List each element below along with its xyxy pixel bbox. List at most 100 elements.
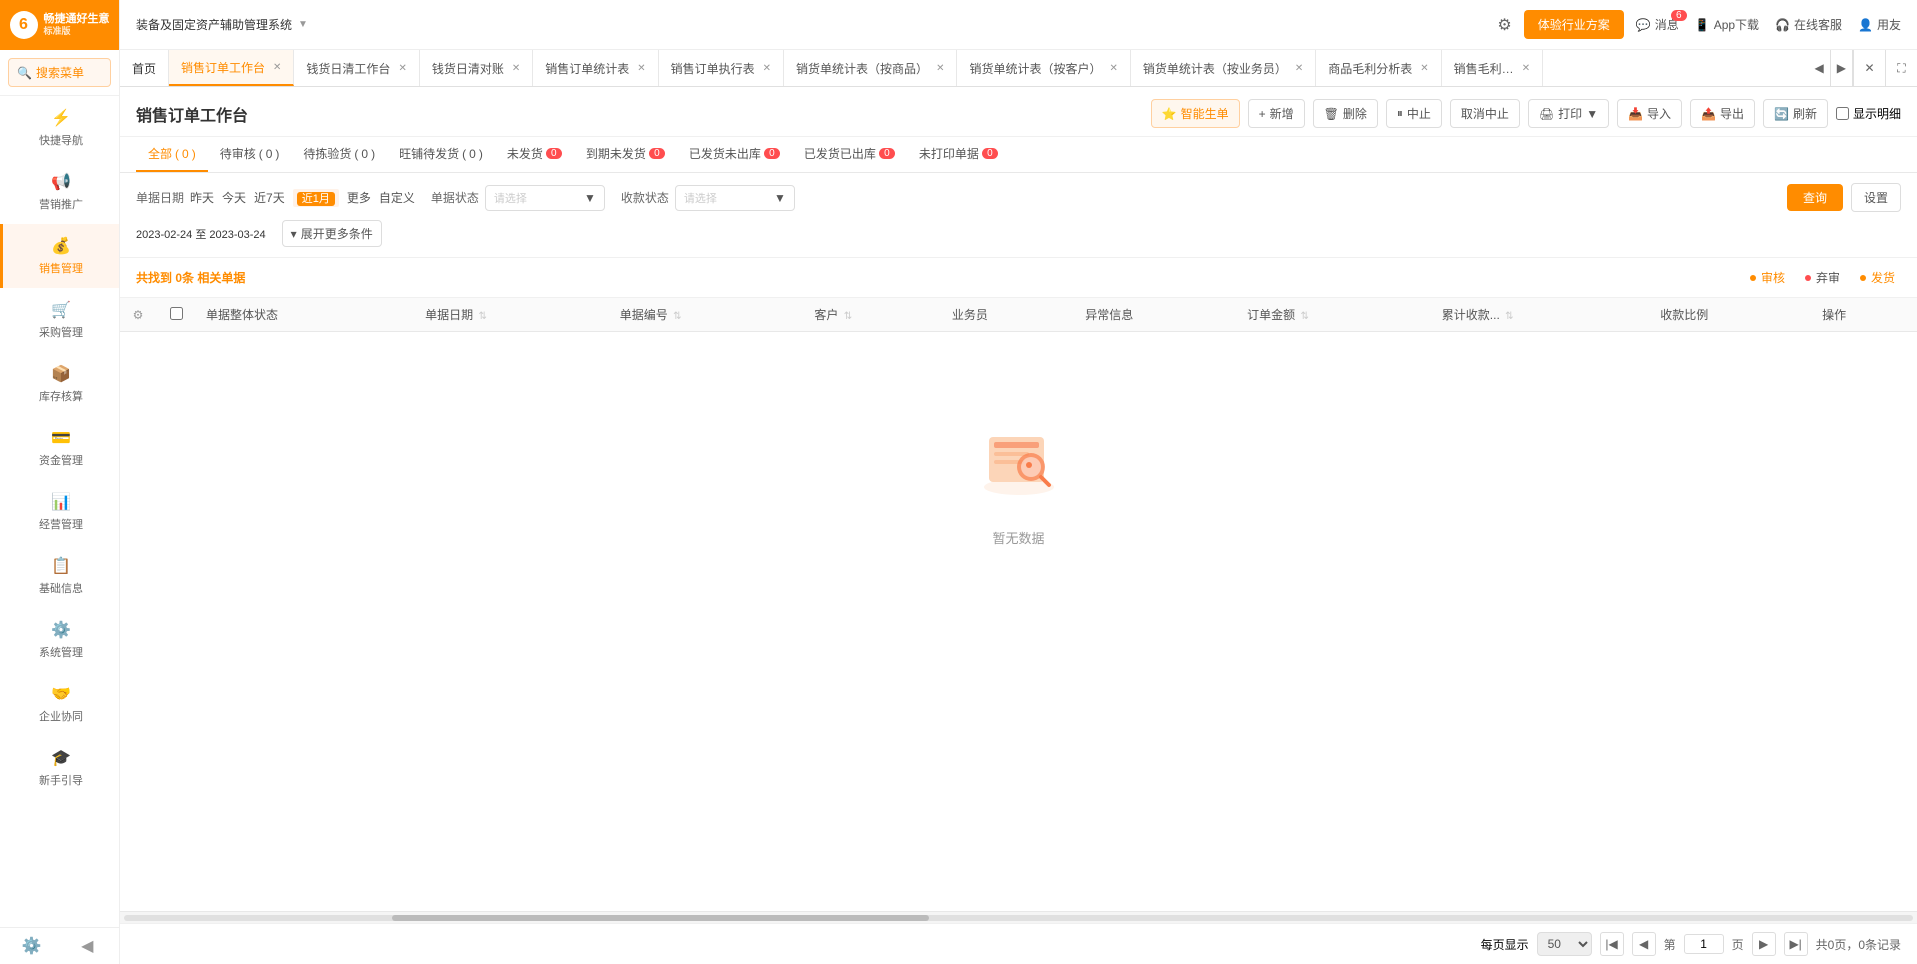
scrollbar-area[interactable] [120,911,1917,923]
tab-close-sales-stats-product[interactable]: ✕ [936,63,944,74]
settings-btn[interactable]: 设置 [1851,183,1901,212]
col-amount[interactable]: 订单金额 ⇅ [1237,298,1432,332]
tab-sales-stats[interactable]: 销售订单统计表 ✕ [533,50,658,86]
export-btn[interactable]: 📤 导出 [1690,99,1755,128]
filter-date-more[interactable]: 更多 [347,189,371,207]
filter-date-yesterday[interactable]: 昨天 [190,189,214,207]
sub-tab-all[interactable]: 全部(0) [136,137,208,172]
tab-sales-stats-customer[interactable]: 销货单统计表（按客户） ✕ [957,50,1130,86]
tab-sales-more[interactable]: 销售毛利… ✕ [1442,50,1543,86]
star-icon: ⭐ [1162,107,1177,121]
system-title-chevron[interactable]: ▼ [298,19,308,30]
sidebar-item-operations[interactable]: 📊 经营管理 [0,480,119,544]
page-size-select[interactable]: 50 100 200 [1537,932,1592,956]
sidebar-item-purchase[interactable]: 🛒 采购管理 [0,288,119,352]
tab-close-cash-reconcile[interactable]: ✕ [512,63,520,74]
tab-sales-stats-staff[interactable]: 销货单统计表（按业务员） ✕ [1131,50,1316,86]
page-number-input[interactable] [1684,934,1724,954]
collapse-btn[interactable]: ◀ [64,936,112,956]
sub-tab-wangpu[interactable]: 旺铺待发货(0) [387,137,495,172]
tab-fullscreen-btn[interactable]: ⛶ [1885,50,1917,86]
tab-cash-daily[interactable]: 钱货日清工作台 ✕ [294,50,419,86]
cancel-pause-btn[interactable]: 取消中止 [1450,99,1520,128]
filter-date-1month[interactable]: 近1月 [293,189,339,207]
tab-close-sales-exec[interactable]: ✕ [763,63,771,74]
sub-tab-shipped-out[interactable]: 已发货已出库 0 [792,137,907,172]
add-btn[interactable]: + 新增 [1248,99,1305,128]
tab-close-sales-workbench[interactable]: ✕ [273,62,281,73]
tab-close-cash-daily[interactable]: ✕ [398,63,406,74]
page-prev-btn[interactable]: ◀ [1632,932,1656,956]
col-customer[interactable]: 客户 ⇅ [804,298,941,332]
filter-payment-select[interactable]: 请选择 ▼ [675,185,795,211]
filter-date-today[interactable]: 今天 [222,189,246,207]
sub-tab-pending-verify[interactable]: 待拣验货(0) [291,137,387,172]
tab-goods-margin[interactable]: 商品毛利分析表 ✕ [1316,50,1441,86]
topbar-gear-icon[interactable]: ⚙ [1497,15,1511,35]
sub-tab-not-shipped[interactable]: 未发货 0 [495,137,574,172]
select-all-checkbox[interactable] [170,307,183,320]
tab-sales-stats-product[interactable]: 销货单统计表（按商品） ✕ [784,50,957,86]
show-detail-checkbox[interactable] [1836,107,1849,120]
col-number[interactable]: 单据编号 ⇅ [610,298,805,332]
filter-date-7days[interactable]: 近7天 [254,189,285,207]
expand-conditions-btn[interactable]: ▾ 展开更多条件 [282,220,382,247]
ship-action-btn[interactable]: 发货 [1854,266,1901,289]
col-checkbox[interactable] [156,298,196,332]
tab-close-sales-stats-customer[interactable]: ✕ [1109,63,1117,74]
user-btn[interactable]: 👤 用友 [1858,16,1901,33]
sidebar-item-guide[interactable]: 🎓 新手引导 [0,736,119,800]
sidebar-item-finance[interactable]: 💳 资金管理 [0,416,119,480]
tab-sales-workbench[interactable]: 销售订单工作台 ✕ [169,50,294,86]
col-settings[interactable]: ⚙ [120,298,156,332]
page-first-btn[interactable]: |◀ [1600,932,1624,956]
sidebar-item-sales[interactable]: 💰 销售管理 [0,224,119,288]
empty-text: 暂无数据 [992,528,1044,547]
scrollbar-track[interactable] [124,915,1913,921]
query-btn[interactable]: 查询 [1787,184,1843,211]
sidebar-item-marketing[interactable]: 📢 营销推广 [0,160,119,224]
tab-close-sales-stats-staff[interactable]: ✕ [1295,63,1303,74]
tab-home[interactable]: 首页 [120,50,169,86]
tab-close-goods-margin[interactable]: ✕ [1420,63,1428,74]
page-last-btn[interactable]: ▶| [1784,932,1808,956]
settings-bottom-btn[interactable]: ⚙️ [8,936,56,956]
sidebar-item-cooperation[interactable]: 🤝 企业协同 [0,672,119,736]
tab-cash-reconcile[interactable]: 钱货日清对账 ✕ [420,50,533,86]
col-collected[interactable]: 累计收款... ⇅ [1432,298,1650,332]
smart-generate-btn[interactable]: ⭐ 智能生单 [1151,99,1240,128]
sidebar-item-basic-info[interactable]: 📋 基础信息 [0,544,119,608]
tab-sales-exec[interactable]: 销售订单执行表 ✕ [659,50,784,86]
col-date[interactable]: 单据日期 ⇅ [415,298,610,332]
show-detail-label[interactable]: 显示明细 [1836,105,1901,122]
unreviewed-action-btn[interactable]: 弃审 [1799,266,1846,289]
sidebar-item-quick-nav[interactable]: ⚡ 快捷导航 [0,96,119,160]
app-download-btn[interactable]: 📱 App下载 [1695,16,1759,33]
sub-tab-pending-review[interactable]: 待审核(0) [208,137,292,172]
filter-date-custom[interactable]: 自定义 [379,189,415,207]
tab-close-sales-stats[interactable]: ✕ [637,63,645,74]
message-btn[interactable]: 💬 消息 6 [1636,16,1679,33]
scrollbar-thumb[interactable] [392,915,929,921]
refresh-btn[interactable]: 🔄 刷新 [1763,99,1828,128]
sub-tab-not-printed[interactable]: 未打印单据 0 [907,137,1010,172]
page-next-btn[interactable]: ▶ [1752,932,1776,956]
industry-btn[interactable]: 体验行业方案 [1524,10,1624,39]
sub-tab-overdue[interactable]: 到期未发货 0 [574,137,677,172]
online-service-btn[interactable]: 🎧 在线客服 [1775,16,1842,33]
tab-close-sales-more[interactable]: ✕ [1522,63,1530,74]
review-action-btn[interactable]: 审核 [1744,266,1791,289]
sub-tab-shipped-not-out[interactable]: 已发货未出库 0 [677,137,792,172]
tabs-prev-btn[interactable]: ◀ [1809,50,1831,86]
tab-close-all-btn[interactable]: ✕ [1853,50,1885,86]
delete-btn[interactable]: 🗑 删除 [1313,99,1378,128]
search-menu-button[interactable]: 🔍 搜索菜单 [8,58,111,87]
sidebar-item-system[interactable]: ⚙️ 系统管理 [0,608,119,672]
pause-btn[interactable]: ⏸ 中止 [1386,99,1442,128]
filter-status-select[interactable]: 请选择 ▼ [485,185,605,211]
print-btn[interactable]: 🖨 打印 ▼ [1528,99,1609,128]
tabs-next-btn[interactable]: ▶ [1831,50,1853,86]
import-btn[interactable]: 📥 导入 [1617,99,1682,128]
sidebar-item-inventory[interactable]: 📦 库存核算 [0,352,119,416]
sidebar-search[interactable]: 🔍 搜索菜单 [0,50,119,96]
